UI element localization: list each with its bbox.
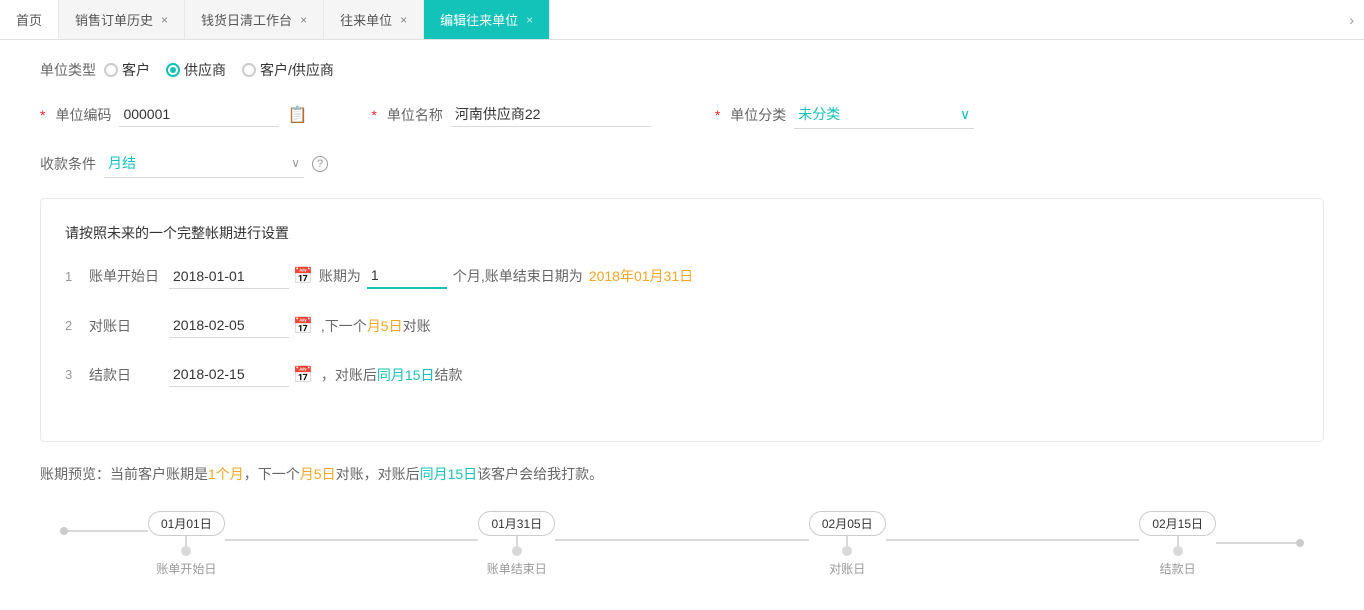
- timeline-start-dot: [60, 527, 68, 535]
- timeline-end: [1216, 539, 1304, 547]
- radio-label-supplier: 供应商: [184, 60, 226, 80]
- period-value-input[interactable]: [367, 263, 447, 289]
- timeline-line-start: [68, 530, 148, 532]
- unit-category-value: 未分类: [798, 104, 956, 124]
- payment-terms-label: 收款条件: [40, 154, 96, 174]
- settings-row-3: 3 结款日 📅 ，对账后同月15日结款: [65, 362, 1299, 387]
- period-label-before: 账期为: [319, 266, 361, 286]
- dropdown-arrow-icon: ∨: [291, 156, 300, 170]
- timeline-date-1: 01月01日: [148, 511, 225, 536]
- main-content: 单位类型 客户 供应商 客户/供应商 * 单位编码: [0, 40, 1364, 610]
- reconcile-date-input[interactable]: [169, 313, 289, 338]
- row-num-2: 2: [65, 318, 89, 333]
- tab-close-partners[interactable]: ×: [400, 13, 407, 27]
- timeline-point-4: 02月15日 结款日: [1139, 511, 1216, 577]
- settings-row-1: 1 账单开始日 📅 账期为 个月,账单结束日期为 2018年01月31日: [65, 263, 1299, 289]
- radio-supplier[interactable]: 供应商: [166, 60, 226, 80]
- help-icon[interactable]: ?: [312, 156, 328, 172]
- unit-type-radio-group: 客户 供应商 客户/供应商: [104, 60, 334, 80]
- timeline-label-4: 结款日: [1160, 560, 1196, 577]
- start-date-input[interactable]: [169, 264, 289, 289]
- settings-box: 请按照未来的一个完整帐期进行设置 1 账单开始日 📅 账期为 个月,账单结束日期…: [40, 198, 1324, 442]
- payment-terms-field: 收款条件 月结 ∨ ?: [40, 149, 328, 178]
- chevron-down-icon: ∨: [960, 106, 970, 123]
- settings-row-2: 2 对账日 📅 ,下一个月5日对账: [65, 313, 1299, 338]
- radio-circle-customer: [104, 63, 118, 77]
- unit-code-label: 单位编码: [55, 105, 111, 125]
- tab-cash-workbench[interactable]: 钱货日清工作台 ×: [185, 0, 324, 39]
- tab-close-edit-partner[interactable]: ×: [526, 13, 533, 27]
- unit-code-field: * 单位编码 📋: [40, 102, 307, 127]
- timeline-date-4: 02月15日: [1139, 511, 1216, 536]
- radio-circle-customer-supplier: [242, 63, 256, 77]
- unit-category-dropdown[interactable]: 未分类 ∨: [794, 100, 974, 129]
- payment-terms-dropdown[interactable]: 月结 ∨: [104, 149, 304, 178]
- tab-close-cash[interactable]: ×: [300, 13, 307, 27]
- tab-sales-history[interactable]: 销售订单历史 ×: [59, 0, 185, 39]
- calendar-icon-1[interactable]: 📅: [293, 266, 313, 286]
- radio-label-customer-supplier: 客户/供应商: [260, 60, 334, 80]
- timeline-point-1: 01月01日 账单开始日: [148, 511, 225, 577]
- timeline-point-2: 01月31日 账单结束日: [478, 511, 555, 577]
- preview-text: 账期预览：当前客户账期是1个月，下一个月5日对账，对账后同月15日该客户会给我打…: [40, 462, 1324, 487]
- timeline-date-2: 01月31日: [478, 511, 555, 536]
- row-label-3: 结款日: [89, 365, 169, 385]
- radio-circle-supplier: [166, 63, 180, 77]
- tab-home[interactable]: 首页: [0, 0, 59, 39]
- period-label-after: 个月,账单结束日期为: [453, 266, 583, 286]
- unit-info-row: * 单位编码 📋 * 单位名称 * 单位分类 未分类 ∨: [40, 100, 1324, 129]
- payment-date-input[interactable]: [169, 362, 289, 387]
- unit-category-field: * 单位分类 未分类 ∨: [715, 100, 974, 129]
- row-label-1: 账单开始日: [89, 266, 169, 286]
- row-num-1: 1: [65, 269, 89, 284]
- unit-name-field: * 单位名称: [371, 102, 650, 127]
- row-2-desc: ,下一个月5日对账: [321, 316, 431, 336]
- period-end-date: 2018年01月31日: [589, 266, 693, 286]
- unit-type-field: 单位类型 客户 供应商 客户/供应商: [40, 60, 334, 80]
- tab-close-sales[interactable]: ×: [161, 13, 168, 27]
- timeline-end-dot: [1296, 539, 1304, 547]
- calendar-icon-2[interactable]: 📅: [293, 316, 313, 336]
- timeline-start: [60, 527, 148, 535]
- radio-customer-supplier[interactable]: 客户/供应商: [242, 60, 334, 80]
- unit-name-label: 单位名称: [387, 105, 443, 125]
- payment-terms-row: 收款条件 月结 ∨ ?: [40, 149, 1324, 178]
- radio-label-customer: 客户: [122, 60, 150, 80]
- tab-bar: 首页 销售订单历史 × 钱货日清工作台 × 往来单位 × 编辑往来单位 × ›: [0, 0, 1364, 40]
- timeline-wrapper: 01月01日 账单开始日 01月31日 账单结束日 02月05日 对账日: [40, 511, 1324, 577]
- timeline-point-3: 02月05日 对账日: [809, 511, 886, 577]
- tab-partners[interactable]: 往来单位 ×: [324, 0, 424, 39]
- copy-icon[interactable]: 📋: [287, 105, 307, 125]
- settings-title: 请按照未来的一个完整帐期进行设置: [65, 223, 1299, 243]
- unit-type-label: 单位类型: [40, 60, 96, 80]
- timeline-label-3: 对账日: [829, 560, 865, 577]
- timeline-label-2: 账单结束日: [487, 560, 547, 577]
- timeline-label-1: 账单开始日: [156, 560, 216, 577]
- tab-more-button[interactable]: ›: [1339, 0, 1364, 39]
- tab-edit-partner[interactable]: 编辑往来单位 ×: [424, 0, 550, 39]
- row-label-2: 对账日: [89, 316, 169, 336]
- calendar-icon-3[interactable]: 📅: [293, 365, 313, 385]
- unit-type-row: 单位类型 客户 供应商 客户/供应商: [40, 60, 1324, 80]
- payment-terms-value: 月结: [108, 153, 287, 173]
- unit-name-input[interactable]: [451, 102, 651, 127]
- row-3-desc: ，对账后同月15日结款: [321, 365, 463, 385]
- timeline-date-3: 02月05日: [809, 511, 886, 536]
- radio-customer[interactable]: 客户: [104, 60, 150, 80]
- unit-category-label: 单位分类: [730, 105, 786, 125]
- unit-code-input[interactable]: [119, 102, 279, 127]
- row-num-3: 3: [65, 367, 89, 382]
